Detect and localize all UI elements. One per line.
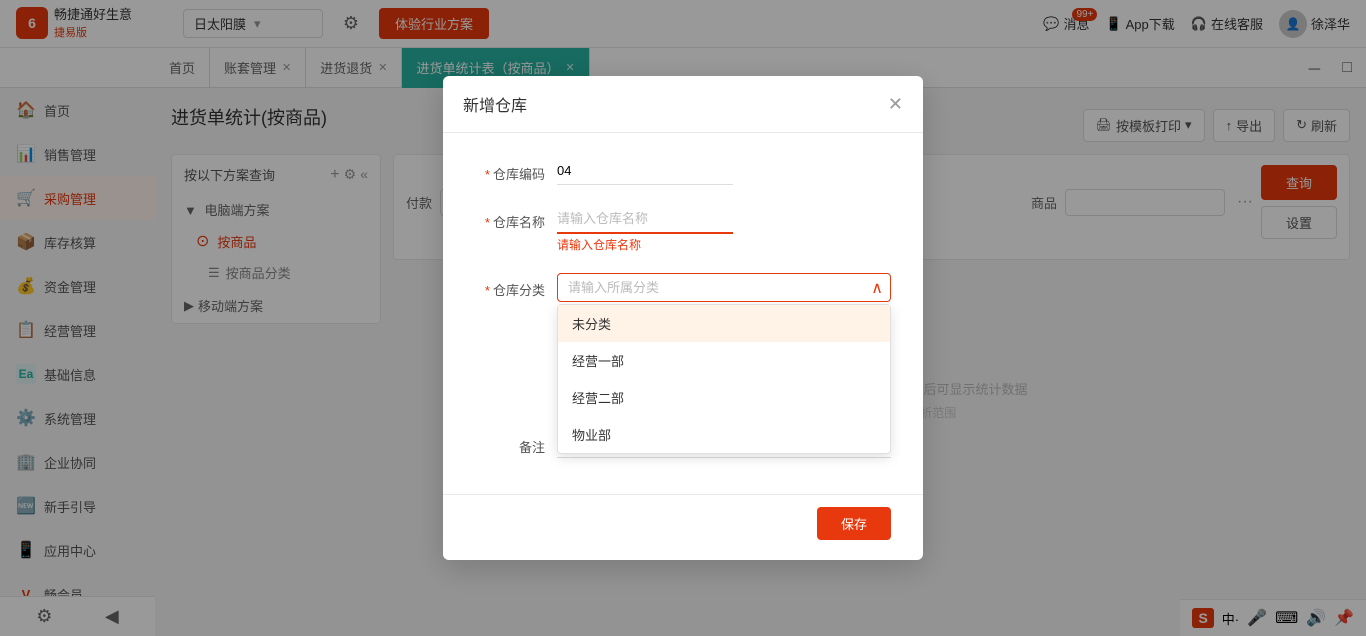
warehouse-code-input[interactable] [557,157,733,185]
category-option-dept1[interactable]: 经营一部 [558,342,890,379]
modal-close-button[interactable]: ✕ [888,94,903,115]
modal-overlay: 新增仓库 ✕ 仓库编码 仓库名称 请输入仓库名称 仓库分类 [0,0,1366,636]
name-label: 仓库名称 [475,205,545,231]
modal-body: 仓库编码 仓库名称 请输入仓库名称 仓库分类 ∧ [443,133,923,494]
form-row-code: 仓库编码 [475,157,891,185]
category-input-wrap: ∧ 未分类 经营一部 经营二部 物业部 [557,273,891,302]
category-dropdown: 未分类 经营一部 经营二部 物业部 [557,304,891,454]
modal-footer: 保存 [443,494,923,560]
category-input[interactable] [557,273,891,302]
name-error-msg: 请输入仓库名称 [557,236,891,253]
warehouse-name-input[interactable] [557,205,733,234]
modal-header: 新增仓库 ✕ [443,76,923,133]
modal-title: 新增仓库 [463,92,527,116]
new-warehouse-modal: 新增仓库 ✕ 仓库编码 仓库名称 请输入仓库名称 仓库分类 [443,76,923,560]
save-button[interactable]: 保存 [817,507,891,540]
category-option-dept2[interactable]: 经营二部 [558,379,890,416]
category-option-property[interactable]: 物业部 [558,416,890,453]
remarks-label: 备注 [475,430,545,456]
category-label: 仓库分类 [475,273,545,299]
form-row-name: 仓库名称 请输入仓库名称 [475,205,891,253]
code-label: 仓库编码 [475,157,545,183]
category-option-unclassified[interactable]: 未分类 [558,305,890,342]
form-row-category: 仓库分类 ∧ 未分类 经营一部 经营二部 物业部 [475,273,891,302]
category-chevron-icon[interactable]: ∧ [871,278,883,298]
